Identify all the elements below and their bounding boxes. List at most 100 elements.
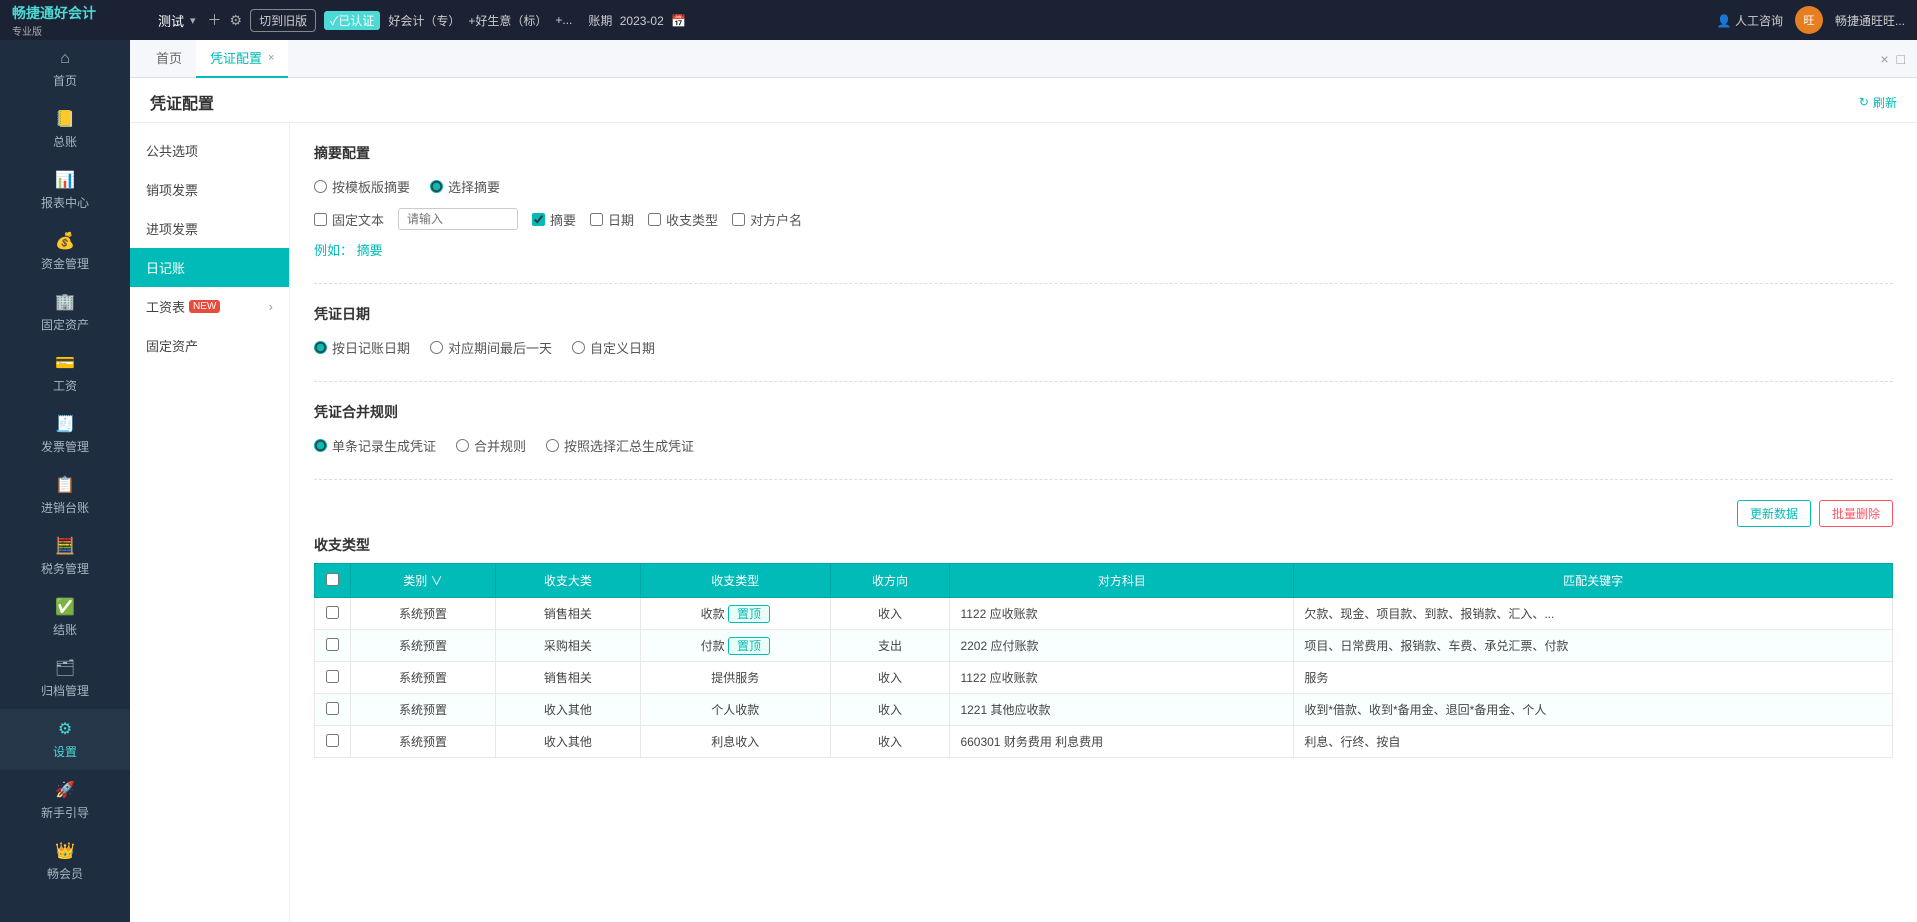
row-main-type: 收入其他	[495, 726, 640, 758]
sidebar-item-funds[interactable]: 💰 资金管理	[0, 221, 130, 282]
col-account: 对方科目	[950, 564, 1294, 598]
tab-bar: 首页 凭证配置 × × □	[130, 40, 1917, 78]
table-row: 系统预置 收入其他 个人收款 收入 1221 其他应收款 收到*借款、收到*备用…	[315, 694, 1893, 726]
user-avatar[interactable]: 旺	[1795, 6, 1823, 34]
radio-single-record[interactable]: 单条记录生成凭证	[314, 436, 436, 455]
sidebar-item-settlement[interactable]: ✅ 结账	[0, 587, 130, 648]
sidebar-item-member[interactable]: 👑 畅会员	[0, 831, 130, 892]
left-nav-fixed-assets-sub[interactable]: 固定资产	[130, 326, 289, 365]
ledger-icon: 📒	[55, 109, 75, 129]
select-all-checkbox[interactable]	[326, 573, 339, 586]
row-checkbox[interactable]	[326, 606, 339, 619]
window-close-btn[interactable]: ×	[1880, 51, 1888, 67]
sidebar-item-settings[interactable]: ⚙ 设置	[0, 709, 130, 770]
checkbox-counterpart[interactable]: 对方户名	[732, 210, 802, 229]
sidebar-label-purchase-sale: 进销台账	[41, 499, 89, 516]
row-keywords: 欠款、现金、项目款、到款、报销款、汇入、...	[1294, 598, 1893, 630]
voucher-date-section: 凭证日期 按日记账日期 对应期间最后一天 自定义日期	[314, 304, 1893, 357]
switch-old-btn[interactable]: 切到旧版	[250, 9, 316, 32]
batch-delete-btn[interactable]: 批量删除	[1819, 500, 1893, 527]
row-keywords: 收到*借款、收到*备用金、退回*备用金、个人	[1294, 694, 1893, 726]
settlement-icon: ✅	[55, 597, 75, 617]
summary-radio-group: 按模板版摘要 选择摘要	[314, 177, 1893, 196]
col-sub-type: 收支类型	[640, 564, 830, 598]
row-checkbox[interactable]	[326, 670, 339, 683]
sidebar-item-invoice-mgmt[interactable]: 🧾 发票管理	[0, 404, 130, 465]
page-header: 凭证配置 ↻ 刷新	[130, 78, 1917, 123]
left-nav-purchase-invoice[interactable]: 进项发票	[130, 209, 289, 248]
company-dropdown-icon[interactable]: ▾	[190, 14, 196, 27]
member-icon: 👑	[55, 841, 75, 861]
sidebar-label-funds: 资金管理	[41, 255, 89, 272]
radio-period-last[interactable]: 对应期间最后一天	[430, 338, 552, 357]
refresh-btn[interactable]: ↻ 刷新	[1859, 94, 1897, 111]
sidebar-label-reports: 报表中心	[41, 194, 89, 211]
row-account: 660301 财务费用 利息费用	[950, 726, 1294, 758]
sidebar-item-archive[interactable]: 🗂 归档管理	[0, 648, 130, 709]
example-text: 例如： 摘要	[314, 240, 1893, 259]
certified-badge: ✓已认证	[324, 11, 380, 30]
row-keywords: 利息、行终、按自	[1294, 726, 1893, 758]
salary-icon: 💳	[55, 353, 75, 373]
radio-journal-date[interactable]: 按日记账日期	[314, 338, 410, 357]
divider-2	[314, 381, 1893, 382]
row-checkbox-cell	[315, 630, 351, 662]
sidebar-item-reports[interactable]: 📊 报表中心	[0, 160, 130, 221]
radio-select-summary[interactable]: 选择摘要	[430, 177, 500, 196]
page-content: 凭证配置 ↻ 刷新 公共选项 销项发票 进项发票 日记账	[130, 78, 1917, 922]
row-category: 系统预置	[351, 694, 496, 726]
sidebar-label-salary: 工资	[53, 377, 77, 394]
calendar-icon[interactable]: 📅	[671, 14, 686, 28]
payroll-chevron-icon: ›	[269, 299, 273, 314]
row-category: 系统预置	[351, 726, 496, 758]
payment-types-section: 更新数据 批量删除 收支类型 类别 ∨	[314, 500, 1893, 758]
left-nav-journal[interactable]: 日记账	[130, 248, 289, 287]
update-data-btn[interactable]: 更新数据	[1737, 500, 1811, 527]
sidebar-item-home[interactable]: ⌂ 首页	[0, 40, 130, 99]
sidebar-item-purchase-sale[interactable]: 📋 进销台账	[0, 465, 130, 526]
settings-icon[interactable]: ⚙	[230, 12, 243, 29]
fixed-text-input[interactable]	[398, 208, 518, 230]
tab-voucher-config[interactable]: 凭证配置 ×	[196, 40, 288, 78]
sidebar-item-salary[interactable]: 💳 工资	[0, 343, 130, 404]
app-name: 畅捷通好会计	[12, 3, 96, 23]
table-row: 系统预置 采购相关 付款 置顶 支出 2202 应付账款 项目、日常费用、报销款…	[315, 630, 1893, 662]
checkbox-summary[interactable]: 摘要	[532, 210, 576, 229]
left-nav-public[interactable]: 公共选项	[130, 131, 289, 170]
content-layout: 公共选项 销项发票 进项发票 日记账 工资表 NEW › 固定资产	[130, 123, 1917, 922]
table-row: 系统预置 销售相关 提供服务 收入 1122 应收账款 服务	[315, 662, 1893, 694]
left-nav-sales-invoice[interactable]: 销项发票	[130, 170, 289, 209]
row-checkbox-cell	[315, 694, 351, 726]
sidebar-item-fixed-assets[interactable]: 🏢 固定资产	[0, 282, 130, 343]
tab-close-icon[interactable]: ×	[268, 52, 274, 64]
checkbox-payment-type[interactable]: 收支类型	[648, 210, 718, 229]
sidebar-item-tax[interactable]: 🧮 税务管理	[0, 526, 130, 587]
radio-merge-rule[interactable]: 合并规则	[456, 436, 526, 455]
company-name: 测试	[158, 11, 184, 30]
sidebar-item-guide[interactable]: 🚀 新手引导	[0, 770, 130, 831]
tab-home[interactable]: 首页	[142, 40, 196, 78]
sidebar-item-ledger[interactable]: 📒 总账	[0, 99, 130, 160]
sidebar-label-settings: 设置	[53, 743, 77, 760]
left-nav-payroll[interactable]: 工资表 NEW ›	[130, 287, 289, 326]
row-account: 1122 应收账款	[950, 598, 1294, 630]
add-icon[interactable]: ＋	[208, 10, 222, 30]
window-maximize-btn[interactable]: □	[1897, 51, 1905, 67]
payment-types-title: 收支类型	[314, 537, 370, 553]
row-checkbox[interactable]	[326, 734, 339, 747]
radio-summary-total[interactable]: 按照选择汇总生成凭证	[546, 436, 694, 455]
top-tag: 置顶	[728, 605, 770, 623]
main-wrapper: 首页 凭证配置 × × □ 凭证配置 ↻ 刷新 公共选项	[130, 40, 1917, 922]
row-checkbox[interactable]	[326, 638, 339, 651]
checkbox-date[interactable]: 日期	[590, 210, 634, 229]
row-checkbox[interactable]	[326, 702, 339, 715]
radio-template-summary[interactable]: 按模板版摘要	[314, 177, 410, 196]
radio-custom-date[interactable]: 自定义日期	[572, 338, 655, 357]
row-keywords: 项目、日常费用、报销款、车费、承兑汇票、付款	[1294, 630, 1893, 662]
sidebar-label-ledger: 总账	[53, 133, 77, 150]
reports-icon: 📊	[55, 170, 75, 190]
refresh-icon: ↻	[1859, 95, 1869, 109]
period-label: 账期 2023-02 📅	[588, 12, 686, 29]
checkbox-fixed-text[interactable]: 固定文本	[314, 210, 384, 229]
user-service-btn[interactable]: 👤 人工咨询	[1717, 12, 1783, 29]
